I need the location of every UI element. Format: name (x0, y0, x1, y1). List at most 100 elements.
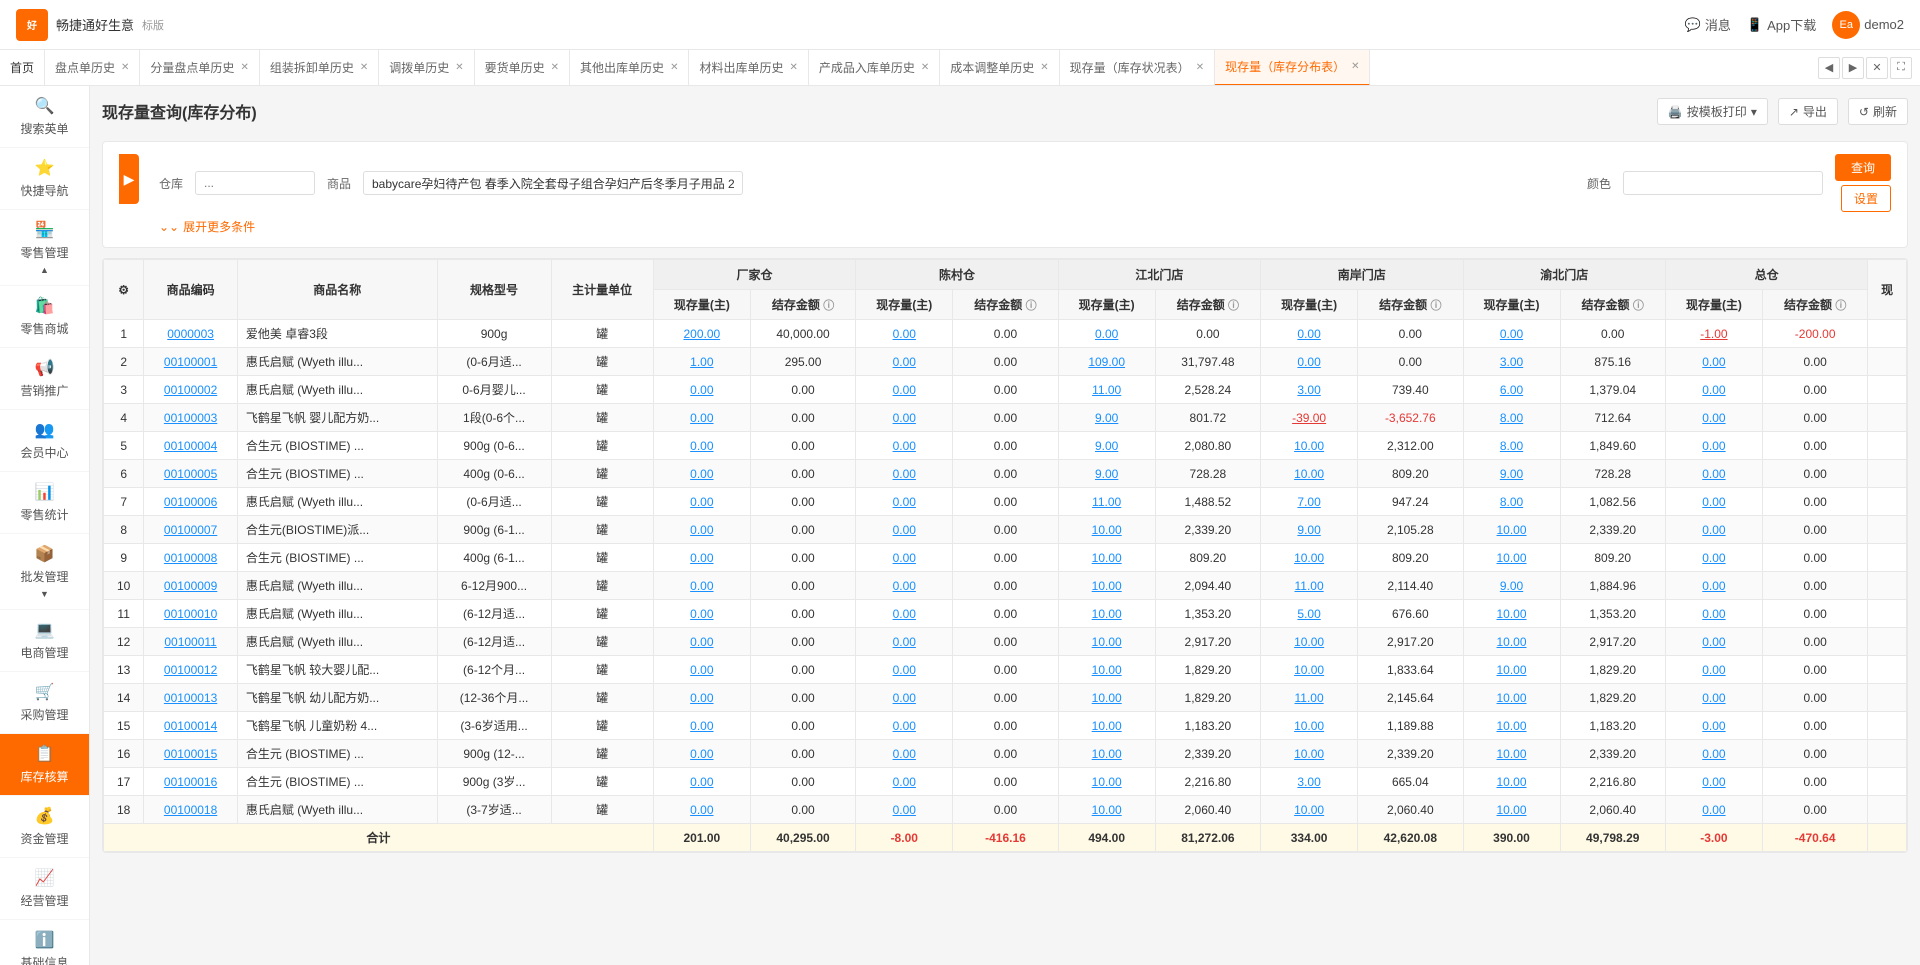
stock-link[interactable]: 10.00 (1497, 775, 1527, 789)
stock-link[interactable]: 9.00 (1095, 467, 1118, 481)
sidebar-item-retail-stats[interactable]: 📊 零售统计 (0, 472, 89, 534)
sidebar-item-wholesale[interactable]: 📦 批发管理 ▼ (0, 534, 89, 610)
stock-link[interactable]: 0.00 (1702, 355, 1725, 369)
stock-link[interactable]: 10.00 (1092, 635, 1122, 649)
goods-code-link[interactable]: 00100015 (164, 747, 217, 761)
stock-link[interactable]: 0.00 (1702, 411, 1725, 425)
stock-link[interactable]: 0.00 (1702, 439, 1725, 453)
goods-code-link[interactable]: 00100009 (164, 579, 217, 593)
stock-link[interactable]: 10.00 (1092, 523, 1122, 537)
sidebar-item-retail[interactable]: 🏪 零售管理 ▲ (0, 210, 89, 286)
stock-link[interactable]: 10.00 (1092, 747, 1122, 761)
stock-link[interactable]: 10.00 (1497, 523, 1527, 537)
stock-link[interactable]: 0.00 (893, 355, 916, 369)
stock-link[interactable]: 0.00 (893, 635, 916, 649)
stock-link[interactable]: 0.00 (1702, 579, 1725, 593)
goods-code-link[interactable]: 00100002 (164, 383, 217, 397)
stock-link[interactable]: 10.00 (1497, 719, 1527, 733)
stock-link[interactable]: 10.00 (1294, 747, 1324, 761)
sidebar-item-operations[interactable]: 📈 经营管理 (0, 858, 89, 920)
tab-close-icon[interactable]: ✕ (360, 62, 368, 73)
sidebar-item-basics[interactable]: ℹ️ 基础信息 (0, 920, 89, 965)
stock-link[interactable]: 8.00 (1500, 495, 1523, 509)
stock-link[interactable]: 0.00 (1702, 467, 1725, 481)
goods-code-link[interactable]: 00100010 (164, 607, 217, 621)
stock-link[interactable]: 0.00 (893, 551, 916, 565)
stock-link[interactable]: 11.00 (1295, 691, 1324, 705)
tabs-close-btn[interactable]: ✕ (1866, 57, 1888, 79)
stock-link[interactable]: 0.00 (893, 691, 916, 705)
stock-link[interactable]: 10.00 (1294, 635, 1324, 649)
stock-link[interactable]: 0.00 (1702, 523, 1725, 537)
stock-link[interactable]: 0.00 (690, 551, 713, 565)
stock-link[interactable]: 10.00 (1092, 551, 1122, 565)
app-download-btn[interactable]: 📱 App下载 (1747, 15, 1816, 34)
stock-link[interactable]: 0.00 (1297, 355, 1320, 369)
tab-close-icon[interactable]: ✕ (455, 62, 463, 73)
stock-link[interactable]: 0.00 (690, 803, 713, 817)
stock-link[interactable]: 9.00 (1095, 439, 1118, 453)
stock-link[interactable]: 10.00 (1497, 663, 1527, 677)
info-icon[interactable]: ⓘ (1228, 300, 1239, 312)
goods-code-link[interactable]: 00100001 (164, 355, 217, 369)
stock-link[interactable]: 0.00 (690, 411, 713, 425)
stock-link[interactable]: 10.00 (1092, 775, 1122, 789)
stock-link[interactable]: 0.00 (690, 691, 713, 705)
tab-close-icon[interactable]: ✕ (240, 62, 248, 73)
stock-link[interactable]: 0.00 (893, 747, 916, 761)
stock-link[interactable]: 9.00 (1095, 411, 1118, 425)
tabs-next-btn[interactable]: ▶ (1842, 57, 1864, 79)
stock-link[interactable]: 0.00 (1702, 803, 1725, 817)
tab-close-icon[interactable]: ✕ (1351, 61, 1359, 72)
export-btn[interactable]: ↗ 导出 (1778, 98, 1838, 125)
stock-link[interactable]: 0.00 (1095, 327, 1118, 341)
tabs-prev-btn[interactable]: ◀ (1818, 57, 1840, 79)
stock-link[interactable]: 109.00 (1088, 355, 1125, 369)
stock-link[interactable]: 0.00 (690, 439, 713, 453)
stock-link[interactable]: 10.00 (1294, 803, 1324, 817)
stock-link[interactable]: 3.00 (1500, 355, 1523, 369)
stock-link[interactable]: 6.00 (1500, 383, 1523, 397)
stock-link[interactable]: 0.00 (690, 523, 713, 537)
stock-link[interactable]: 10.00 (1092, 691, 1122, 705)
stock-link[interactable]: 0.00 (690, 635, 713, 649)
message-btn[interactable]: 💬 消息 (1685, 15, 1731, 34)
stock-link[interactable]: 8.00 (1500, 439, 1523, 453)
sidebar-item-quicknav[interactable]: ⭐ 快捷导航 (0, 148, 89, 210)
stock-link[interactable]: 0.00 (690, 383, 713, 397)
tab-stock-status[interactable]: 现存量（库存状况表） ✕ (1060, 50, 1215, 86)
goods-code-link[interactable]: 00100011 (164, 635, 217, 649)
color-input[interactable] (1623, 171, 1823, 195)
stock-link[interactable]: 0.00 (690, 663, 713, 677)
stock-link[interactable]: 10.00 (1092, 663, 1122, 677)
tab-close-icon[interactable]: ✕ (789, 62, 797, 73)
stock-link[interactable]: 11.00 (1092, 383, 1121, 397)
query-btn[interactable]: 查询 (1835, 154, 1891, 181)
goods-code-link[interactable]: 00100016 (164, 775, 217, 789)
info-icon[interactable]: ⓘ (1633, 300, 1644, 312)
sidebar-item-inventory[interactable]: 📋 库存核算 (0, 734, 89, 796)
sidebar-item-purchase[interactable]: 🛒 采购管理 (0, 672, 89, 734)
tab-close-icon[interactable]: ✕ (1196, 62, 1204, 73)
expand-arrow-btn[interactable]: ▶ (119, 154, 139, 204)
goods-code-link[interactable]: 00100003 (164, 411, 217, 425)
tab-home[interactable]: 首页 (0, 50, 45, 86)
stock-link[interactable]: 5.00 (1297, 607, 1320, 621)
stock-link[interactable]: 0.00 (690, 495, 713, 509)
sidebar-item-finance[interactable]: 💰 资金管理 (0, 796, 89, 858)
stock-link[interactable]: 0.00 (893, 523, 916, 537)
stock-link[interactable]: 10.00 (1294, 551, 1324, 565)
tab-stock-dist[interactable]: 现存量（库存分布表） ✕ (1215, 50, 1370, 86)
sidebar-item-retail-shop[interactable]: 🛍️ 零售商城 (0, 286, 89, 348)
user-area[interactable]: Ea demo2 (1832, 11, 1904, 39)
tab-close-icon[interactable]: ✕ (121, 62, 129, 73)
tab-close-icon[interactable]: ✕ (670, 62, 678, 73)
stock-link[interactable]: -39.00 (1292, 411, 1326, 425)
tab-demand[interactable]: 要货单历史 ✕ (475, 50, 570, 86)
stock-link[interactable]: -1.00 (1700, 327, 1727, 341)
stock-link[interactable]: 0.00 (690, 579, 713, 593)
sidebar-item-ecommerce[interactable]: 💻 电商管理 (0, 610, 89, 672)
stock-link[interactable]: 10.00 (1294, 439, 1324, 453)
stock-link[interactable]: 9.00 (1500, 579, 1523, 593)
goods-code-link[interactable]: 00100006 (164, 495, 217, 509)
